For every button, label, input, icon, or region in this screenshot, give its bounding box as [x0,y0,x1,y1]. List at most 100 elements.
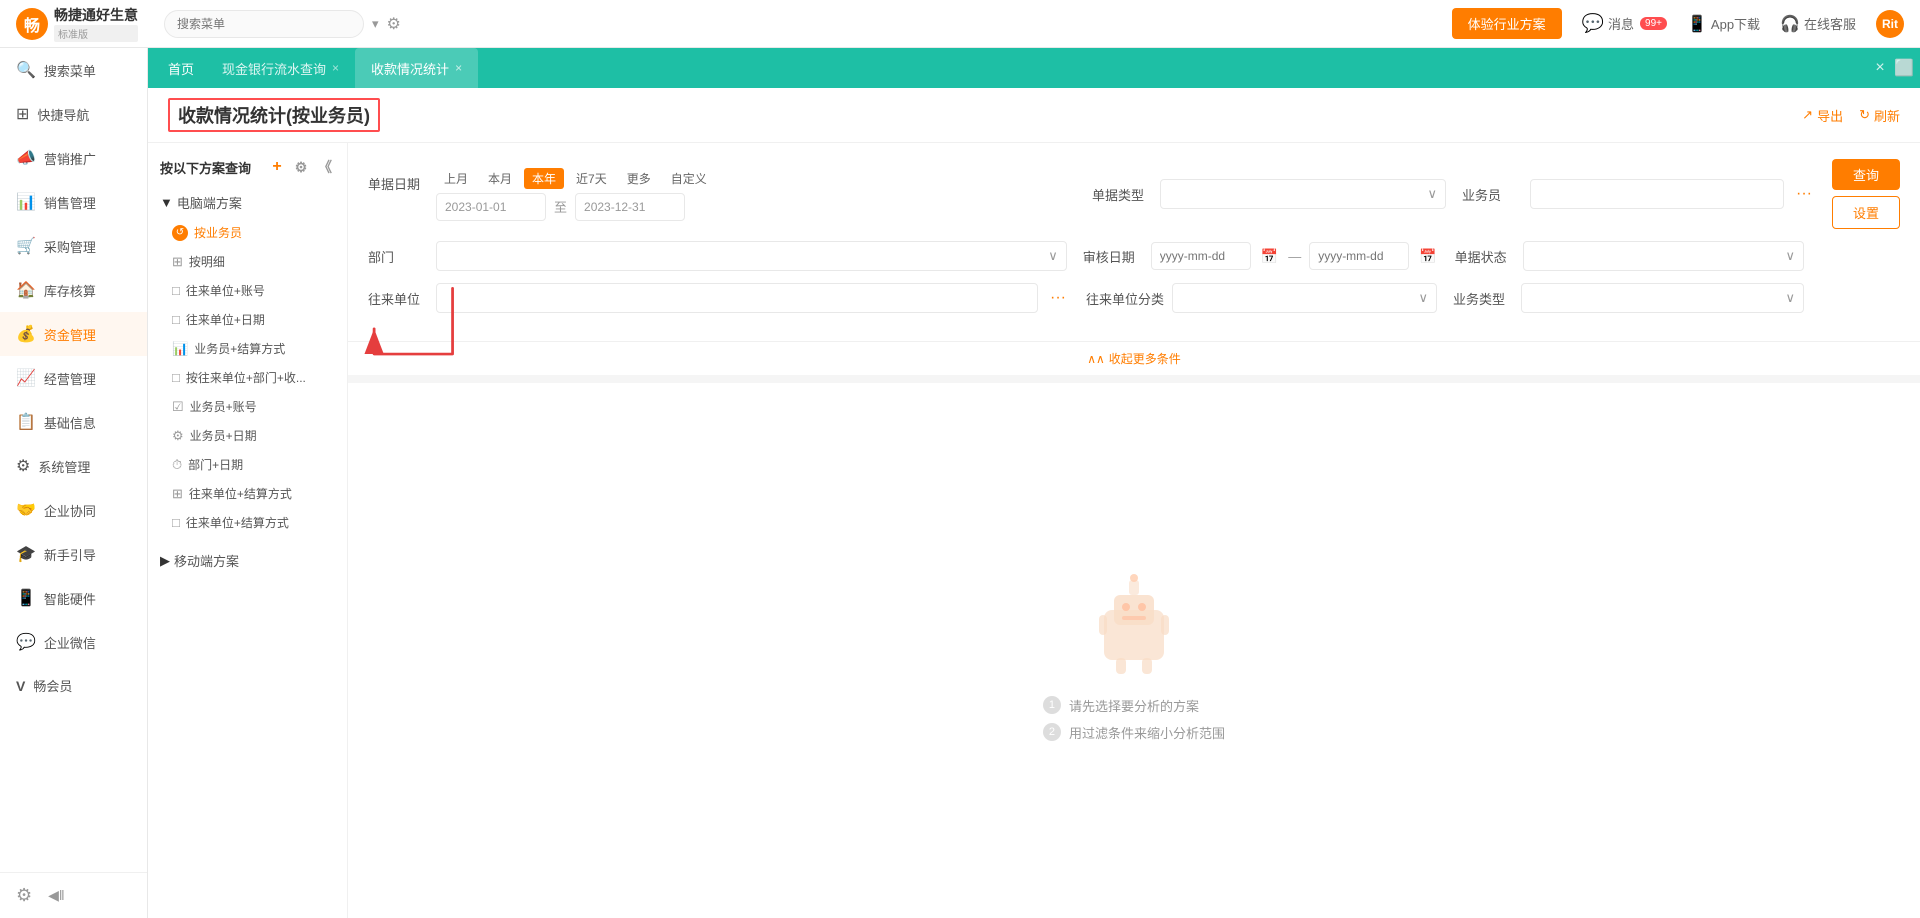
trial-button[interactable]: 体验行业方案 [1452,8,1562,39]
salesperson-dots-btn[interactable]: ··· [1792,185,1816,203]
sidebar-label-basic: 基础信息 [44,413,96,432]
message-icon: 💬 [1582,13,1604,34]
audit-date-from-input[interactable] [1151,242,1251,270]
finance-icon: 💰 [16,324,36,344]
scheme-group-title-mobile[interactable]: ▶ 移动端方案 [148,545,347,576]
sidebar-item-finance[interactable]: 💰 资金管理 [0,312,147,356]
scheme-item-salesperson[interactable]: ↺ 按业务员 [148,218,347,247]
sidebar-item-hardware[interactable]: 📱 智能硬件 [0,576,147,620]
filter-biztype-control[interactable]: ∨ [1521,283,1804,313]
scheme-settings-btn[interactable]: ⚙ [291,157,311,177]
sidebar-item-basic[interactable]: 📋 基础信息 [0,400,147,444]
scheme-item-detail[interactable]: ⊞ 按明细 [148,247,347,276]
export-button[interactable]: ↗ 导出 [1802,106,1843,125]
scheme-item-unit-settle2[interactable]: □ 往来单位+结算方式 [148,508,347,537]
date-tab-7days[interactable]: 近7天 [568,168,615,189]
date-to-input[interactable] [575,193,685,221]
main-layout: 🔍 搜索菜单 ⊞ 快捷导航 📣 营销推广 📊 销售管理 🛒 采购管理 🏠 库存核… [0,48,1920,918]
tab-bank-close[interactable]: × [332,61,339,75]
scheme-item-salesperson-settle[interactable]: 📊 业务员+结算方式 [148,334,347,363]
audit-date-to-input[interactable] [1309,242,1409,270]
search-icon: 🔍 [16,60,36,80]
sidebar-item-enterprise[interactable]: 🤝 企业协同 [0,488,147,532]
scheme-item-label-unit-account: 往来单位+账号 [186,282,265,299]
settings-button[interactable]: 设置 [1832,196,1900,229]
refresh-button[interactable]: ↻ 刷新 [1859,106,1900,125]
scheme-item-dept-date[interactable]: ⏱ 部门+日期 [148,450,347,479]
sidebar-item-member[interactable]: V 畅会员 [0,664,147,707]
filter-voucherstate-control[interactable]: ∨ [1523,241,1804,271]
date-tab-custom[interactable]: 自定义 [663,168,715,189]
date-tab-lastmonth[interactable]: 上月 [436,168,476,189]
filter-voucherstate-group: 单据状态 ∨ [1455,241,1804,271]
sidebar-item-inventory[interactable]: 🏠 库存核算 [0,268,147,312]
sidebar-item-marketing[interactable]: 📣 营销推广 [0,136,147,180]
scheme-item-unit-date[interactable]: □ 往来单位+日期 [148,305,347,334]
sidebar-item-operation[interactable]: 📈 经营管理 [0,356,147,400]
sidebar-item-sales[interactable]: 📊 销售管理 [0,180,147,224]
filter-biztype-group: 业务类型 ∨ [1453,283,1804,313]
sidebar-item-search[interactable]: 🔍 搜索菜单 [0,48,147,92]
query-button[interactable]: 查询 [1832,159,1900,190]
counterpart-dots-btn[interactable]: ··· [1046,289,1070,307]
search-input[interactable] [164,10,364,38]
filter-type-group: 单据类型 ∨ [1092,179,1446,209]
scheme-group-expand-icon: ▼ [160,195,173,210]
messages-item[interactable]: 💬 消息 99+ [1582,13,1667,34]
filter-counterpart-control[interactable] [436,283,1038,313]
tip-num-1: 1 [1043,696,1061,714]
top-actions: 体验行业方案 💬 消息 99+ 📱 App下载 🎧 在线客服 Rit [1452,8,1904,39]
gear-icon-top[interactable]: ⚙ [387,14,401,34]
user-avatar[interactable]: Rit [1876,10,1904,38]
scheme-item-label-unit-date: 往来单位+日期 [186,311,265,328]
date-from-input[interactable] [436,193,546,221]
scheme-add-btn[interactable]: + [267,157,287,177]
scheme-item-salesperson-date[interactable]: ⚙ 业务员+日期 [148,421,347,450]
voucherstate-arrow-icon: ∨ [1785,248,1795,264]
dropdown-icon[interactable]: ▾ [372,16,379,32]
tab-home[interactable]: 首页 [156,48,206,88]
scheme-collapse-btn[interactable]: 《 [315,157,335,177]
refresh-icon: ↻ [1859,107,1870,123]
filter-salesperson-control[interactable] [1530,179,1784,209]
logo-badge: 标准版 [54,25,138,42]
filter-counterpart-category-control[interactable]: ∨ [1172,283,1437,313]
scheme-item-icon-unit-settle2: □ [172,515,180,530]
collapse-bar[interactable]: ∧∧ 收起更多条件 [348,341,1920,375]
scheme-group-title-desktop[interactable]: ▼ 电脑端方案 [148,187,347,218]
date-tab-thismonth[interactable]: 本月 [480,168,520,189]
scheme-item-salesperson-account[interactable]: ☑ 业务员+账号 [148,392,347,421]
sidebar-label-member: 畅会员 [33,676,72,695]
date-tabs: 上月 本月 本年 近7天 更多 自定义 [436,168,715,189]
tab-receipts-close[interactable]: × [455,61,462,75]
cal-icon-from[interactable]: 📅 [1259,248,1280,265]
sidebar-collapse-icon[interactable]: ◀‖ [48,887,65,904]
scheme-item-unit-settle1[interactable]: ⊞ 往来单位+结算方式 [148,479,347,508]
filter-row-1: 单据日期 上月 本月 本年 近7天 更多 自定义 [368,159,1900,229]
sidebar-item-system[interactable]: ⚙ 系统管理 [0,444,147,488]
sidebar-label-marketing: 营销推广 [44,149,96,168]
online-service-item[interactable]: 🎧 在线客服 [1780,14,1856,34]
filter-content: 单据日期 上月 本月 本年 近7天 更多 自定义 [348,143,1920,341]
sidebar-item-guide[interactable]: 🎓 新手引导 [0,532,147,576]
filter-type-control[interactable]: ∨ [1160,179,1446,209]
tip-num-2: 2 [1043,723,1061,741]
tab-receipts[interactable]: 收款情况统计 × [355,48,478,88]
scheme-item-unit-account[interactable]: □ 往来单位+账号 [148,276,347,305]
scheme-item-unit-dept-collect[interactable]: □ 按往来单位+部门+收... [148,363,347,392]
sidebar-item-wechat[interactable]: 💬 企业微信 [0,620,147,664]
filter-dept-control[interactable]: ∨ [436,241,1067,271]
date-tab-thisyear[interactable]: 本年 [524,168,564,189]
window-maximize-btn[interactable]: ⬜ [1896,60,1912,76]
tab-bank[interactable]: 现金银行流水查询 × [206,48,355,88]
window-close-btn[interactable]: × [1872,60,1888,76]
sidebar-item-quicknav[interactable]: ⊞ 快捷导航 [0,92,147,136]
sidebar-item-purchase[interactable]: 🛒 采购管理 [0,224,147,268]
cal-icon-to[interactable]: 📅 [1417,248,1438,265]
scheme-group-label-mobile: 移动端方案 [174,551,239,570]
basic-icon: 📋 [16,412,36,432]
scheme-group-mobile-expand-icon: ▶ [160,553,170,569]
date-tab-more[interactable]: 更多 [619,168,659,189]
app-download-item[interactable]: 📱 App下载 [1687,14,1760,34]
sidebar-settings-icon[interactable]: ⚙ [16,885,32,906]
